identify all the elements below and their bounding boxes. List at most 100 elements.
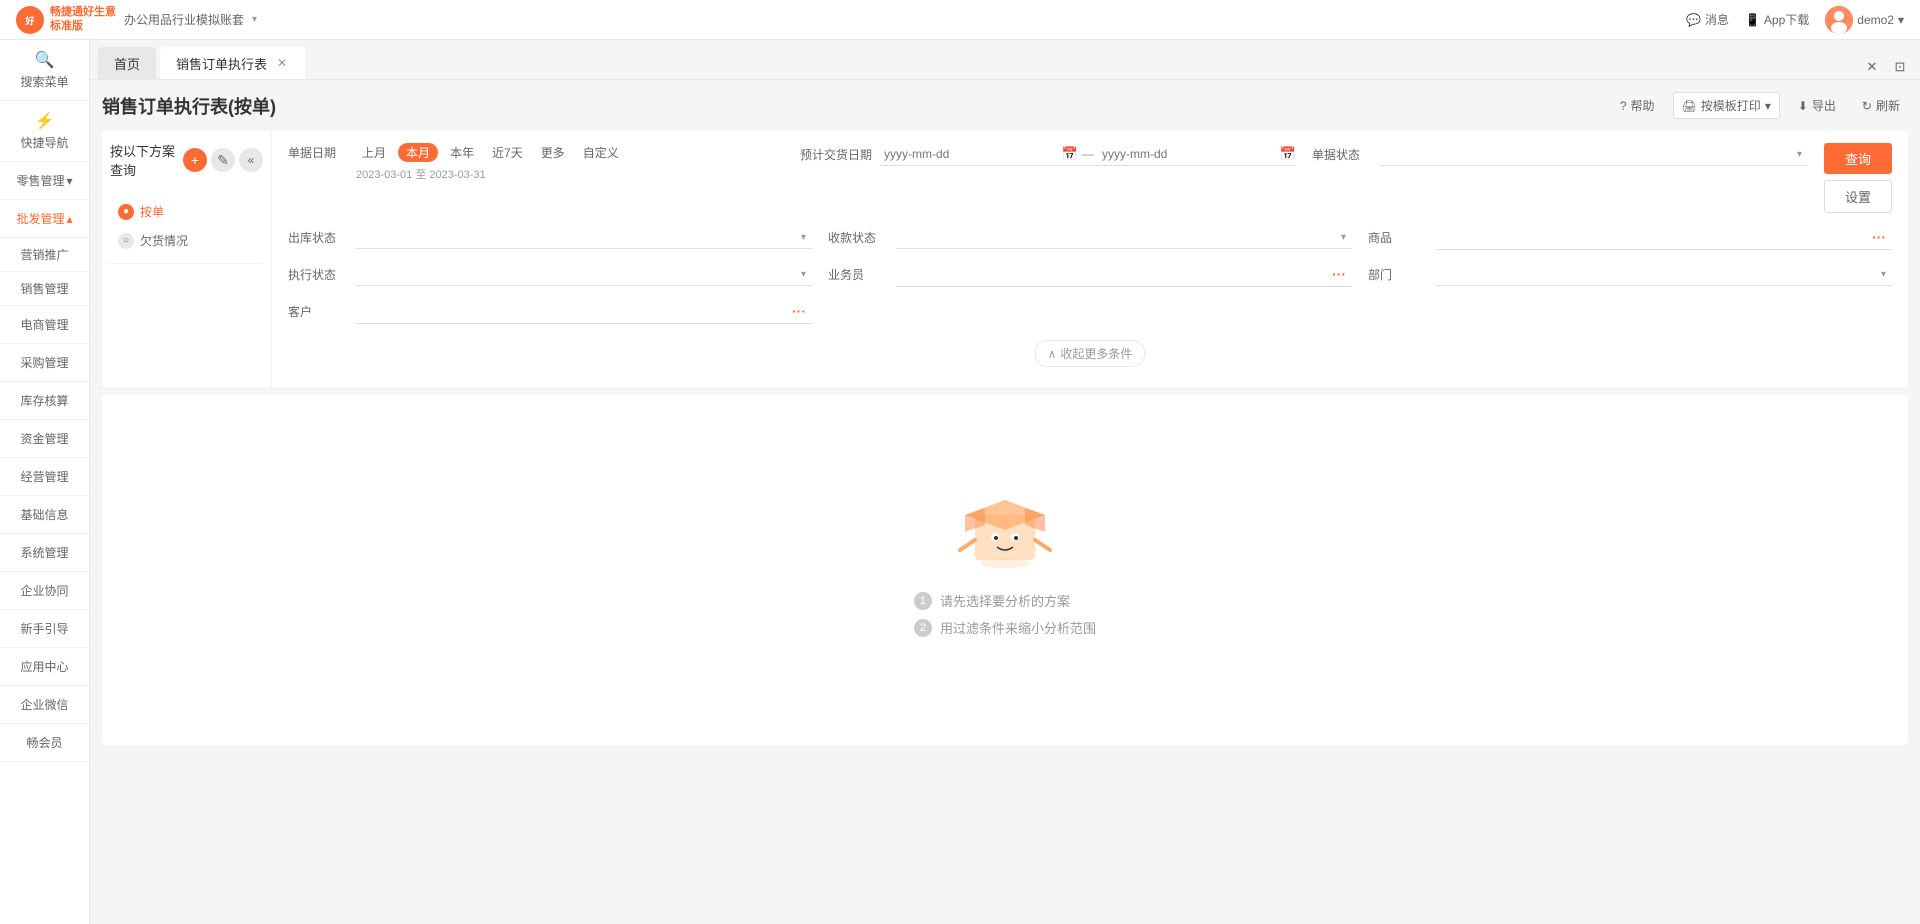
user-menu[interactable]: demo2 ▾	[1825, 6, 1904, 34]
message-button[interactable]: 💬 消息	[1686, 11, 1729, 28]
finance-label: 资金管理	[20, 430, 68, 447]
status-select[interactable]	[1380, 143, 1808, 165]
sidebar-item-system[interactable]: 系统管理	[0, 534, 89, 572]
sidebar-item-wechat[interactable]: 企业微信	[0, 686, 89, 724]
goods-picker[interactable]: ···	[1436, 225, 1892, 250]
system-label: 系统管理	[20, 544, 68, 561]
member-label: 畅会员	[26, 734, 62, 751]
payment-filter: 收款状态 ▾	[828, 225, 1352, 250]
message-icon: 💬	[1686, 13, 1701, 27]
sidebar-item-newbie[interactable]: 新手引导	[0, 610, 89, 648]
page-header: 销售订单执行表(按单) ? 帮助 🖨 按模板打印 ▾ ⬇ 导出	[102, 92, 1908, 119]
salesperson-picker[interactable]: ···	[896, 262, 1352, 287]
customer-filter: 客户 ···	[288, 299, 812, 324]
customer-picker[interactable]: ···	[356, 299, 812, 324]
query-buttons: 查询 设置	[1824, 143, 1892, 213]
date-shortcut-上月[interactable]: 上月	[356, 143, 392, 162]
exec-select-wrapper: ▾	[356, 263, 812, 286]
status-select-wrapper: ▾	[1380, 143, 1808, 166]
tab-home[interactable]: 首页	[98, 47, 156, 79]
query-button[interactable]: 查询	[1824, 143, 1892, 174]
sidebar-item-sales-manage[interactable]: 销售管理	[0, 272, 89, 306]
sidebar-item-marketing[interactable]: 营销推广	[0, 238, 89, 272]
calendar-end-icon[interactable]: 📅	[1280, 146, 1296, 162]
top-header: 好 畅捷通好生意 标准版 办公用品行业模拟账套 ▾ 💬 消息 📱 App下载	[0, 0, 1920, 40]
expected-date-end[interactable]	[1098, 143, 1276, 165]
exec-select[interactable]	[356, 263, 812, 285]
outbound-select-wrapper: ▾	[356, 226, 812, 249]
sidebar-item-purchase[interactable]: 采购管理	[0, 344, 89, 382]
dept-select[interactable]	[1436, 263, 1892, 285]
date-shortcut-本月[interactable]: 本月	[398, 143, 438, 162]
scheme-list: ● 按单 ○ 欠货情况	[110, 189, 263, 264]
date-shortcut-近7天[interactable]: 近7天	[486, 143, 529, 162]
collapse-more-button[interactable]: ∧ 收起更多条件	[1035, 340, 1146, 367]
status-label: 单据状态	[1312, 146, 1372, 163]
sidebar-item-basic[interactable]: 基础信息	[0, 496, 89, 534]
expected-date-start[interactable]	[880, 143, 1058, 165]
user-dropdown-icon: ▾	[1898, 13, 1904, 27]
sidebar-item-retail[interactable]: 零售管理 ▾	[0, 162, 89, 200]
filter-right-panel: 单据日期 上月 本月 本年 近7天 更多 自定义	[272, 131, 1908, 387]
tab-close-icon[interactable]: ✕	[275, 54, 289, 72]
sidebar-quicknav-label: 快捷导航	[20, 134, 68, 151]
download-icon: 📱	[1745, 13, 1760, 27]
sidebar-item-finance[interactable]: 资金管理	[0, 420, 89, 458]
filter-side-content: 按以下方案查询 + ✎ « ● 按单	[102, 131, 1908, 387]
sidebar-item-quicknav[interactable]: ⚡ 快捷导航	[0, 101, 89, 162]
filter-left-panel: 按以下方案查询 + ✎ « ● 按单	[102, 131, 272, 387]
collapse-side-button[interactable]: «	[239, 148, 263, 172]
sidebar-search-label: 搜索菜单	[20, 73, 68, 90]
scheme-item-欠货情况[interactable]: ○ 欠货情况	[110, 226, 263, 255]
payment-select[interactable]	[896, 226, 1352, 248]
sidebar-item-operations[interactable]: 经营管理	[0, 458, 89, 496]
empty-mascot-icon	[945, 475, 1065, 575]
inventory-label: 库存核算	[20, 392, 68, 409]
enterprise-label: 企业协同	[20, 582, 68, 599]
edit-scheme-button[interactable]: ✎	[211, 148, 235, 172]
print-button[interactable]: 🖨 按模板打印 ▾	[1673, 92, 1780, 119]
sidebar-item-search[interactable]: 🔍 搜索菜单	[0, 40, 89, 101]
tab-restore-button[interactable]: ⊡	[1888, 55, 1912, 79]
date-shortcut-自定义[interactable]: 自定义	[577, 143, 625, 162]
refresh-button[interactable]: ↻ 刷新	[1854, 93, 1908, 118]
dept-label: 部门	[1368, 266, 1428, 283]
wholesale-submenu: 营销推广 销售管理	[0, 238, 89, 306]
exec-label: 执行状态	[288, 266, 348, 283]
calendar-start-icon[interactable]: 📅	[1062, 146, 1078, 162]
settings-button[interactable]: 设置	[1824, 180, 1892, 213]
export-button[interactable]: ⬇ 导出	[1790, 93, 1844, 118]
tab-sales-exec[interactable]: 销售订单执行表 ✕	[160, 47, 305, 79]
scheme-item-按单[interactable]: ● 按单	[110, 197, 263, 226]
date-shortcut-更多[interactable]: 更多	[535, 143, 571, 162]
app-dropdown-icon[interactable]: ▾	[252, 14, 257, 25]
date-filter-group: 单据日期 上月 本月 本年 近7天 更多 自定义	[288, 143, 784, 182]
filter-row-2: 出库状态 ▾ 收款状态	[288, 225, 1892, 250]
purchase-label: 采购管理	[20, 354, 68, 371]
download-button[interactable]: 📱 App下载	[1745, 11, 1809, 28]
filter-row-3: 执行状态 ▾ 业务员 ···	[288, 262, 1892, 287]
tab-home-label: 首页	[114, 54, 140, 73]
sidebar-item-appstore[interactable]: 应用中心	[0, 648, 89, 686]
help-button[interactable]: ? 帮助	[1612, 93, 1663, 118]
sidebar-item-member[interactable]: 畅会员	[0, 724, 89, 762]
salesperson-filter: 业务员 ···	[828, 262, 1352, 287]
quicknav-icon: ⚡	[35, 111, 55, 131]
tab-close-all-button[interactable]: ✕	[1860, 55, 1884, 79]
sidebar-item-ecommerce[interactable]: 电商管理	[0, 306, 89, 344]
scheme-label-按单: 按单	[140, 203, 164, 220]
marketing-label: 营销推广	[20, 248, 68, 262]
add-scheme-button[interactable]: +	[183, 148, 207, 172]
ecommerce-label: 电商管理	[20, 316, 68, 333]
sidebar-item-enterprise[interactable]: 企业协同	[0, 572, 89, 610]
data-area: 1 请先选择要分析的方案 2 用过滤条件来缩小分析范围	[102, 395, 1908, 745]
customer-label: 客户	[288, 303, 348, 320]
date-shortcut-本年[interactable]: 本年	[444, 143, 480, 162]
logo-area: 好 畅捷通好生意 标准版	[16, 6, 116, 34]
filter-area: 按以下方案查询 + ✎ « ● 按单	[102, 131, 1908, 387]
sidebar-item-inventory[interactable]: 库存核算	[0, 382, 89, 420]
sidebar-item-wholesale[interactable]: 批发管理 ▴	[0, 200, 89, 238]
outbound-select[interactable]	[356, 226, 812, 248]
print-icon: 🖨	[1682, 99, 1697, 113]
sidebar: 🔍 搜索菜单 ⚡ 快捷导航 零售管理 ▾ 批发管理 ▴ 营销推广 销售管理 电商…	[0, 40, 90, 924]
